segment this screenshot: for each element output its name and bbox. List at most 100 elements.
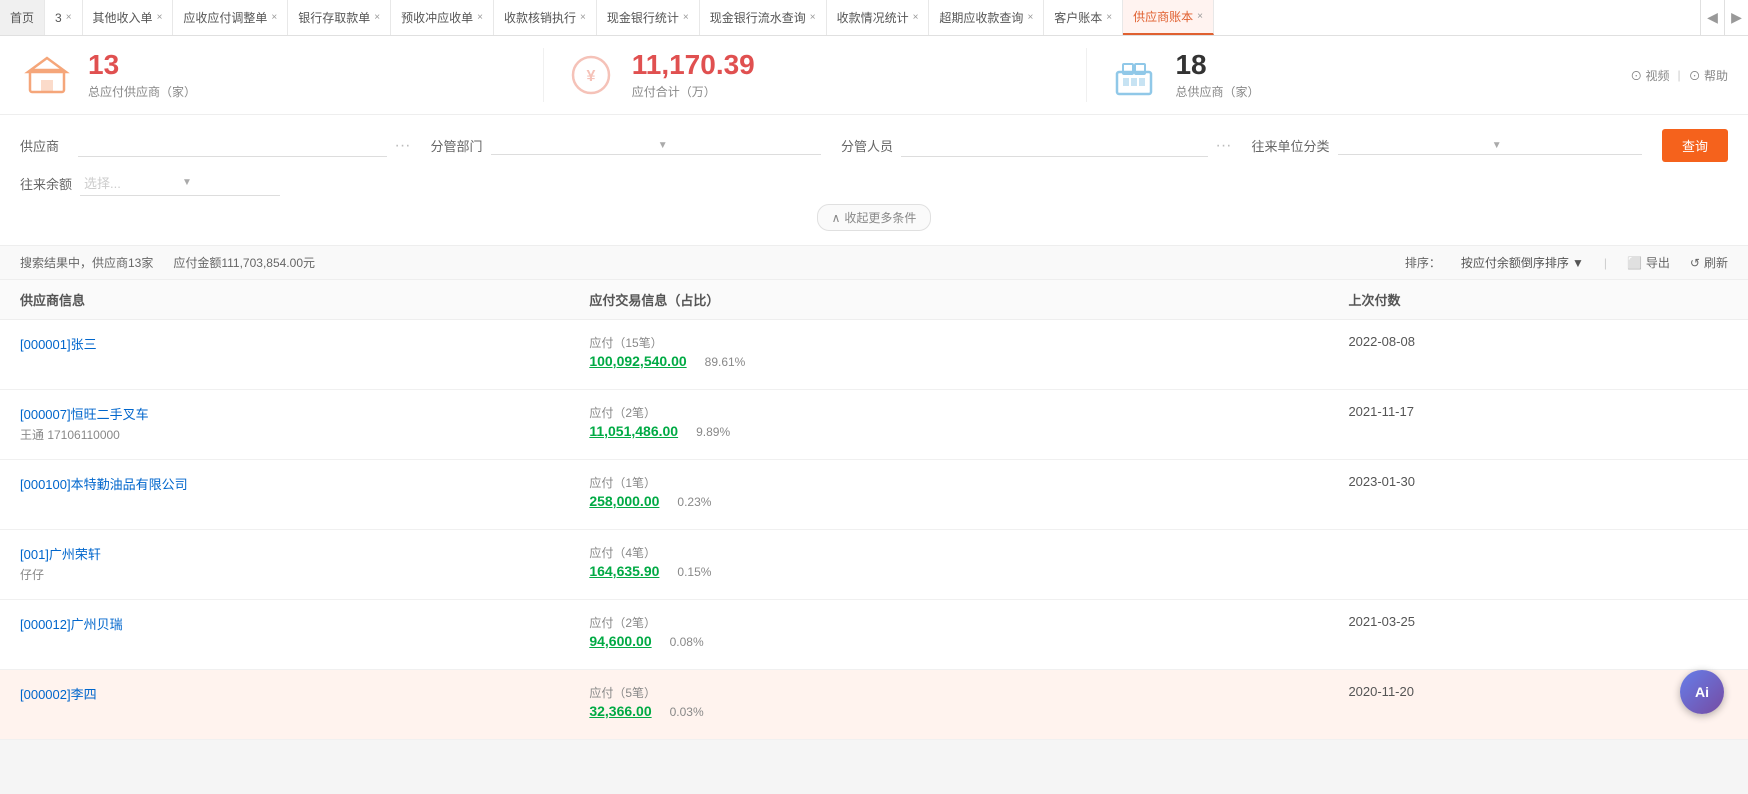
transaction-label-row-3: 应付（1笔） <box>589 474 1348 491</box>
person-input[interactable] <box>901 135 1208 157</box>
supplier-link-row-1[interactable]: [000001]张三 <box>20 337 97 352</box>
supplier-link-row-4[interactable]: [001]广州荣轩 <box>20 547 101 562</box>
lastpay-row-3: 2023-01-30 <box>1348 474 1728 489</box>
transaction-pct-row-3: 0.23% <box>677 495 711 509</box>
transaction-row-row-1: 100,092,540.00 89.61% <box>589 351 1348 369</box>
transaction-info-row-2: 应付（2笔） 11,051,486.00 9.89% <box>589 404 1348 439</box>
dept-arrow-icon: ▼ <box>658 140 817 151</box>
close-tab-ap-adjust[interactable]: × <box>271 12 277 23</box>
dept-select[interactable]: ▼ <box>491 137 821 155</box>
table-row: [000012]广州贝瑞 应付（2笔） 94,600.00 0.08% 2021… <box>0 600 1748 670</box>
export-button[interactable]: ⬜ 导出 <box>1627 254 1670 271</box>
transaction-label-row-2: 应付（2笔） <box>589 404 1348 421</box>
nav-tab-overdue-query[interactable]: 超期应收款查询× <box>929 0 1044 35</box>
nav-tab-bank-deposit[interactable]: 银行存取款单× <box>288 0 391 35</box>
transaction-amount-row-4[interactable]: 164,635.90 <box>589 563 659 579</box>
transaction-amount-row-6[interactable]: 32,366.00 <box>589 703 651 719</box>
refresh-button[interactable]: ↺ 刷新 <box>1690 254 1728 271</box>
transaction-pct-row-6: 0.03% <box>670 705 704 719</box>
main-content: 供应商信息 应付交易信息（占比） 上次付数 [000001]张三 应付（15笔）… <box>0 280 1748 740</box>
supplier-link-row-6[interactable]: [000002]李四 <box>20 687 97 702</box>
ai-badge[interactable]: Ai <box>1680 670 1724 714</box>
header-transaction: 应付交易信息（占比） <box>589 290 1348 309</box>
summary-number-total-suppliers: 18 <box>1175 50 1259 81</box>
supplier-link-row-2[interactable]: [000007]恒旺二手叉车 <box>20 407 149 422</box>
transaction-amount-row-1[interactable]: 100,092,540.00 <box>589 353 686 369</box>
category-arrow-icon: ▼ <box>1492 140 1638 151</box>
close-tab-customer-account[interactable]: × <box>1106 12 1112 23</box>
refresh-icon: ↺ <box>1690 256 1700 270</box>
lastpay-date-row-6: 2020-11-20 <box>1348 684 1414 699</box>
transaction-amount-row-5[interactable]: 94,600.00 <box>589 633 651 649</box>
supplier-info-row-5: [000012]广州贝瑞 <box>20 614 589 633</box>
filter-row-2: 往来余额 选择... ▼ <box>20 170 1728 196</box>
summary-number-payable-amount: 11,170.39 <box>632 50 755 81</box>
nav-tab-collection-stat[interactable]: 收款情况统计× <box>827 0 930 35</box>
video-link[interactable]: ⊙ 视频 <box>1630 67 1669 84</box>
nav-tab-ap-adjust[interactable]: 应收应付调整单× <box>173 0 288 35</box>
close-tab-prepay-offset[interactable]: × <box>477 12 483 23</box>
balance-select[interactable]: 选择... ▼ <box>80 170 280 196</box>
summary-icon-total-suppliers <box>1107 48 1161 102</box>
transaction-info-row-6: 应付（5笔） 32,366.00 0.03% <box>589 684 1348 719</box>
close-tab-cash-bank-flow[interactable]: × <box>810 12 816 23</box>
transaction-row-row-6: 32,366.00 0.03% <box>589 701 1348 719</box>
transaction-amount-row-3[interactable]: 258,000.00 <box>589 493 659 509</box>
collapse-button[interactable]: ∧ 收起更多条件 <box>817 204 932 231</box>
close-tab-collection-stat[interactable]: × <box>913 12 919 23</box>
nav-tab-tab3[interactable]: 3× <box>45 0 83 35</box>
lastpay-date-row-3: 2023-01-30 <box>1348 474 1415 489</box>
top-right-links: ⊙ 视频 | ⊙ 帮助 <box>1630 67 1728 84</box>
nav-arrow-right[interactable]: ▶ <box>1724 0 1748 35</box>
help-link[interactable]: ⊙ 帮助 <box>1689 67 1728 84</box>
transaction-amount-row-2[interactable]: 11,051,486.00 <box>589 423 678 439</box>
close-tab-overdue-query[interactable]: × <box>1027 12 1033 23</box>
svg-text:¥: ¥ <box>586 68 595 85</box>
summary-icon-payable-amount: ¥ <box>564 48 618 102</box>
category-select[interactable]: ▼ <box>1338 137 1642 155</box>
transaction-label-row-4: 应付（4笔） <box>589 544 1348 561</box>
summary-item-total-suppliers: 18 总供应商（家） <box>1087 48 1630 102</box>
supplier-link-row-5[interactable]: [000012]广州贝瑞 <box>20 617 123 632</box>
supplier-link-row-3[interactable]: [000100]本特勤油品有限公司 <box>20 477 188 492</box>
close-tab-collection-exec[interactable]: × <box>580 12 586 23</box>
header-supplier: 供应商信息 <box>20 290 589 309</box>
supplier-info-row-3: [000100]本特勤油品有限公司 <box>20 474 589 493</box>
nav-tab-customer-account[interactable]: 客户账本× <box>1044 0 1123 35</box>
nav-tab-supplier-account[interactable]: 供应商账本× <box>1123 0 1214 35</box>
transaction-row-row-3: 258,000.00 0.23% <box>589 491 1348 509</box>
transaction-row-row-4: 164,635.90 0.15% <box>589 561 1348 579</box>
table-row: [000001]张三 应付（15笔） 100,092,540.00 89.61%… <box>0 320 1748 390</box>
header-lastpay: 上次付数 <box>1348 290 1728 309</box>
lastpay-row-6: 2020-11-20 <box>1348 684 1728 699</box>
close-tab-bank-deposit[interactable]: × <box>374 12 380 23</box>
supplier-dots-btn[interactable]: ··· <box>395 137 411 155</box>
top-navigation: 首页3×其他收入单×应收应付调整单×银行存取款单×预收冲应收单×收款核销执行×现… <box>0 0 1748 36</box>
nav-arrow-left[interactable]: ◀ <box>1700 0 1724 35</box>
nav-tab-cash-bank-flow[interactable]: 现金银行流水查询× <box>700 0 827 35</box>
lastpay-date-row-2: 2021-11-17 <box>1348 404 1414 419</box>
close-tab-supplier-account[interactable]: × <box>1197 11 1203 22</box>
sort-label: 排序： <box>1405 254 1441 271</box>
transaction-pct-row-2: 9.89% <box>696 425 730 439</box>
nav-tab-cash-bank-stat[interactable]: 现金银行统计× <box>597 0 700 35</box>
transaction-pct-row-4: 0.15% <box>677 565 711 579</box>
summary-item-payable-amount: ¥ 11,170.39 应付合计（万） <box>544 48 1088 102</box>
filter-area: 供应商 ··· 分管部门 ▼ 分管人员 ··· 往来单位分类 ▼ 查询 往来 <box>0 115 1748 246</box>
summary-text-payable-amount: 11,170.39 应付合计（万） <box>632 50 755 100</box>
nav-tab-prepay-offset[interactable]: 预收冲应收单× <box>391 0 494 35</box>
query-button[interactable]: 查询 <box>1662 129 1728 162</box>
supplier-info-row-1: [000001]张三 <box>20 334 589 353</box>
person-label: 分管人员 <box>841 136 893 155</box>
supplier-label: 供应商 <box>20 136 70 155</box>
supplier-input[interactable] <box>78 135 387 157</box>
nav-tab-other-income[interactable]: 其他收入单× <box>83 0 174 35</box>
nav-tab-home[interactable]: 首页 <box>0 0 45 35</box>
sort-select[interactable]: 按应付余额倒序排序 ▼ <box>1461 254 1584 271</box>
close-tab-other-income[interactable]: × <box>157 12 163 23</box>
close-tab-cash-bank-stat[interactable]: × <box>683 12 689 23</box>
close-tab-tab3[interactable]: × <box>66 12 72 23</box>
person-dots-btn[interactable]: ··· <box>1216 137 1232 155</box>
nav-tab-collection-exec[interactable]: 收款核销执行× <box>494 0 597 35</box>
balance-filter: 往来余额 选择... ▼ <box>20 170 300 196</box>
